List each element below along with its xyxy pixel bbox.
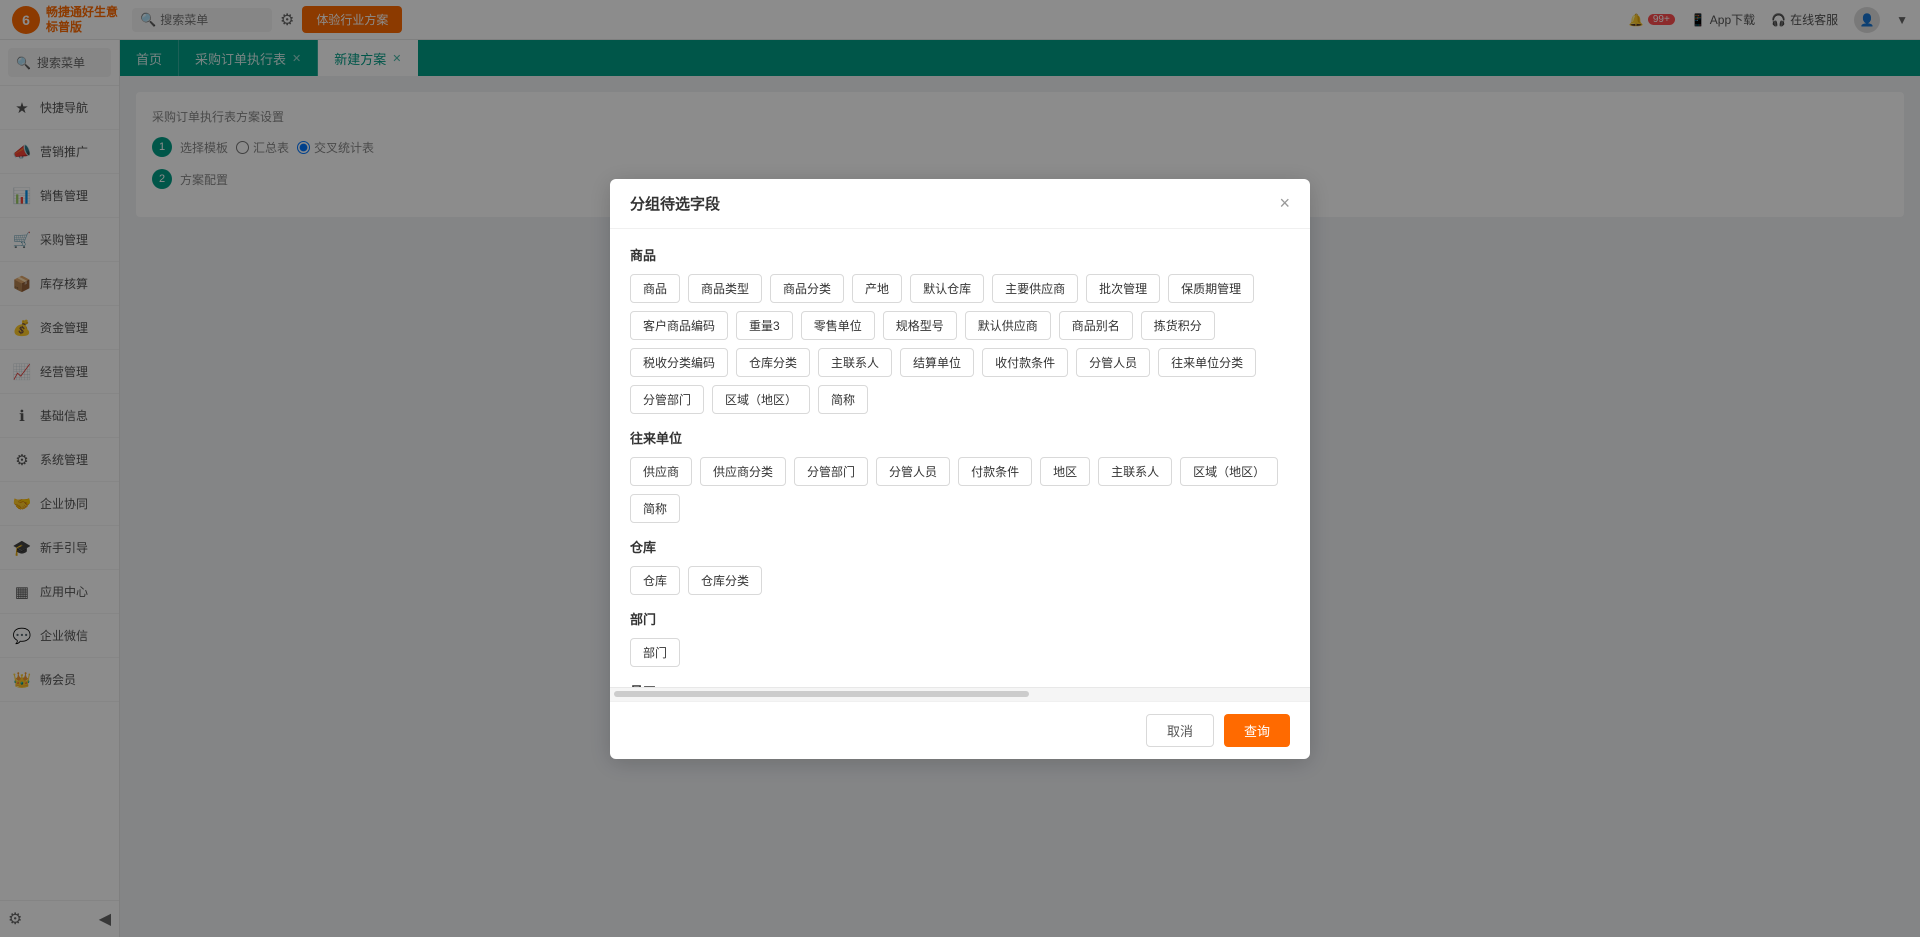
modal-body: 商品 商品 商品类型 商品分类 产地 默认仓库 主要供应商 批次管理 保质期管理… [610,229,1310,687]
field-tag[interactable]: 商品 [630,274,680,303]
modal-horizontal-scroll[interactable] [610,687,1310,701]
field-tag[interactable]: 默认仓库 [910,274,984,303]
field-tag[interactable]: 供应商分类 [700,457,786,486]
field-tag[interactable]: 区域（地区） [1180,457,1278,486]
field-tag[interactable]: 保质期管理 [1168,274,1254,303]
field-tag[interactable]: 区域（地区） [712,385,810,414]
field-tag[interactable]: 客户商品编码 [630,311,728,340]
field-tag[interactable]: 部门 [630,638,680,667]
field-tag[interactable]: 批次管理 [1086,274,1160,303]
field-tag[interactable]: 商品分类 [770,274,844,303]
field-tag[interactable]: 规格型号 [883,311,957,340]
field-grid-warehouse: 仓库 仓库分类 [630,566,1290,595]
field-grid-partner: 供应商 供应商分类 分管部门 分管人员 付款条件 地区 主联系人 区域（地区） … [630,457,1290,523]
field-tag[interactable]: 主要供应商 [992,274,1078,303]
field-tag[interactable]: 默认供应商 [965,311,1051,340]
field-tag[interactable]: 商品类型 [688,274,762,303]
field-tag[interactable]: 仓库分类 [688,566,762,595]
field-tag[interactable]: 分管部门 [794,457,868,486]
modal-header: 分组待选字段 × [610,179,1310,229]
section-title-goods: 商品 [630,245,1290,264]
field-tag[interactable]: 仓库分类 [736,348,810,377]
field-tag[interactable]: 零售单位 [801,311,875,340]
modal-title: 分组待选字段 [630,193,720,214]
field-tag[interactable]: 往来单位分类 [1158,348,1256,377]
field-tag[interactable]: 分管人员 [1076,348,1150,377]
field-tag[interactable]: 商品别名 [1059,311,1133,340]
field-tag[interactable]: 简称 [818,385,868,414]
field-tag[interactable]: 仓库 [630,566,680,595]
field-tag[interactable]: 地区 [1040,457,1090,486]
field-tag[interactable]: 主联系人 [818,348,892,377]
field-tag[interactable]: 收付款条件 [982,348,1068,377]
field-tag[interactable]: 税收分类编码 [630,348,728,377]
hscroll-thumb [614,691,1029,697]
field-grid-dept: 部门 [630,638,1290,667]
modal-close-button[interactable]: × [1279,194,1290,212]
field-tag[interactable]: 结算单位 [900,348,974,377]
field-tag[interactable]: 付款条件 [958,457,1032,486]
field-tag[interactable]: 拣货积分 [1141,311,1215,340]
field-tag[interactable]: 分管部门 [630,385,704,414]
section-title-warehouse: 仓库 [630,537,1290,556]
field-tag[interactable]: 重量3 [736,311,793,340]
field-tag[interactable]: 供应商 [630,457,692,486]
field-tag[interactable]: 简称 [630,494,680,523]
field-tag[interactable]: 主联系人 [1098,457,1172,486]
modal-footer: 取消 查询 [610,701,1310,759]
field-select-modal: 分组待选字段 × 商品 商品 商品类型 商品分类 产地 默认仓库 主要供应商 批… [610,179,1310,759]
section-title-dept: 部门 [630,609,1290,628]
field-grid-goods: 商品 商品类型 商品分类 产地 默认仓库 主要供应商 批次管理 保质期管理 客户… [630,274,1290,414]
field-tag[interactable]: 产地 [852,274,902,303]
cancel-button[interactable]: 取消 [1146,714,1214,747]
modal-overlay: 分组待选字段 × 商品 商品 商品类型 商品分类 产地 默认仓库 主要供应商 批… [0,0,1920,937]
field-tag[interactable]: 分管人员 [876,457,950,486]
confirm-button[interactable]: 查询 [1224,714,1290,747]
section-title-partner: 往来单位 [630,428,1290,447]
